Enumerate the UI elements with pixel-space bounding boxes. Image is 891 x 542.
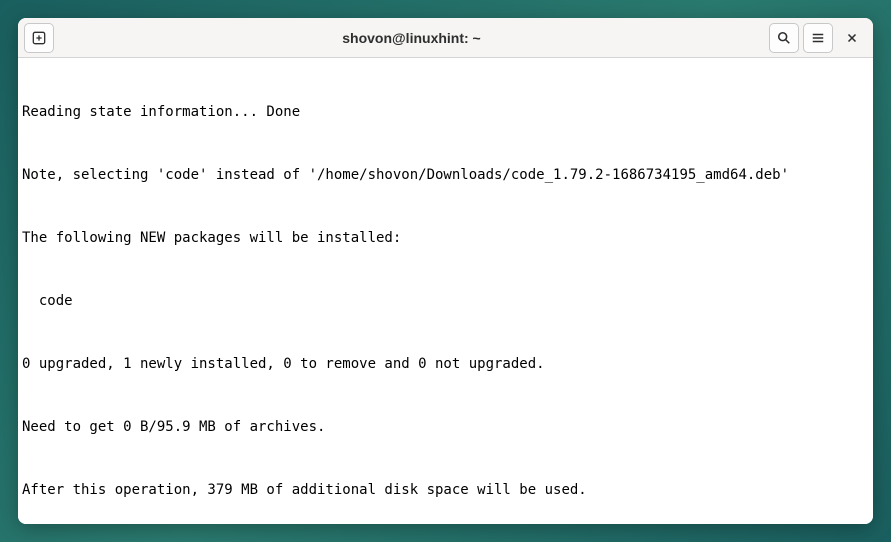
terminal-output[interactable]: Reading state information... Done Note, …: [18, 58, 873, 524]
output-line: Note, selecting 'code' instead of '/home…: [22, 165, 869, 186]
terminal-window: shovon@linuxhint: ~: [18, 18, 873, 524]
output-line: The following NEW packages will be insta…: [22, 228, 869, 249]
menu-button[interactable]: [803, 23, 833, 53]
output-line: Reading state information... Done: [22, 102, 869, 123]
titlebar: shovon@linuxhint: ~: [18, 18, 873, 58]
search-button[interactable]: [769, 23, 799, 53]
output-line: After this operation, 379 MB of addition…: [22, 480, 869, 501]
output-line: code: [22, 291, 869, 312]
output-line: Need to get 0 B/95.9 MB of archives.: [22, 417, 869, 438]
plus-box-icon: [32, 31, 46, 45]
window-title: shovon@linuxhint: ~: [54, 30, 769, 46]
output-line: 0 upgraded, 1 newly installed, 0 to remo…: [22, 354, 869, 375]
hamburger-icon: [811, 31, 825, 45]
close-button[interactable]: [837, 23, 867, 53]
close-icon: [845, 31, 859, 45]
search-icon: [777, 31, 791, 45]
new-tab-button[interactable]: [24, 23, 54, 53]
